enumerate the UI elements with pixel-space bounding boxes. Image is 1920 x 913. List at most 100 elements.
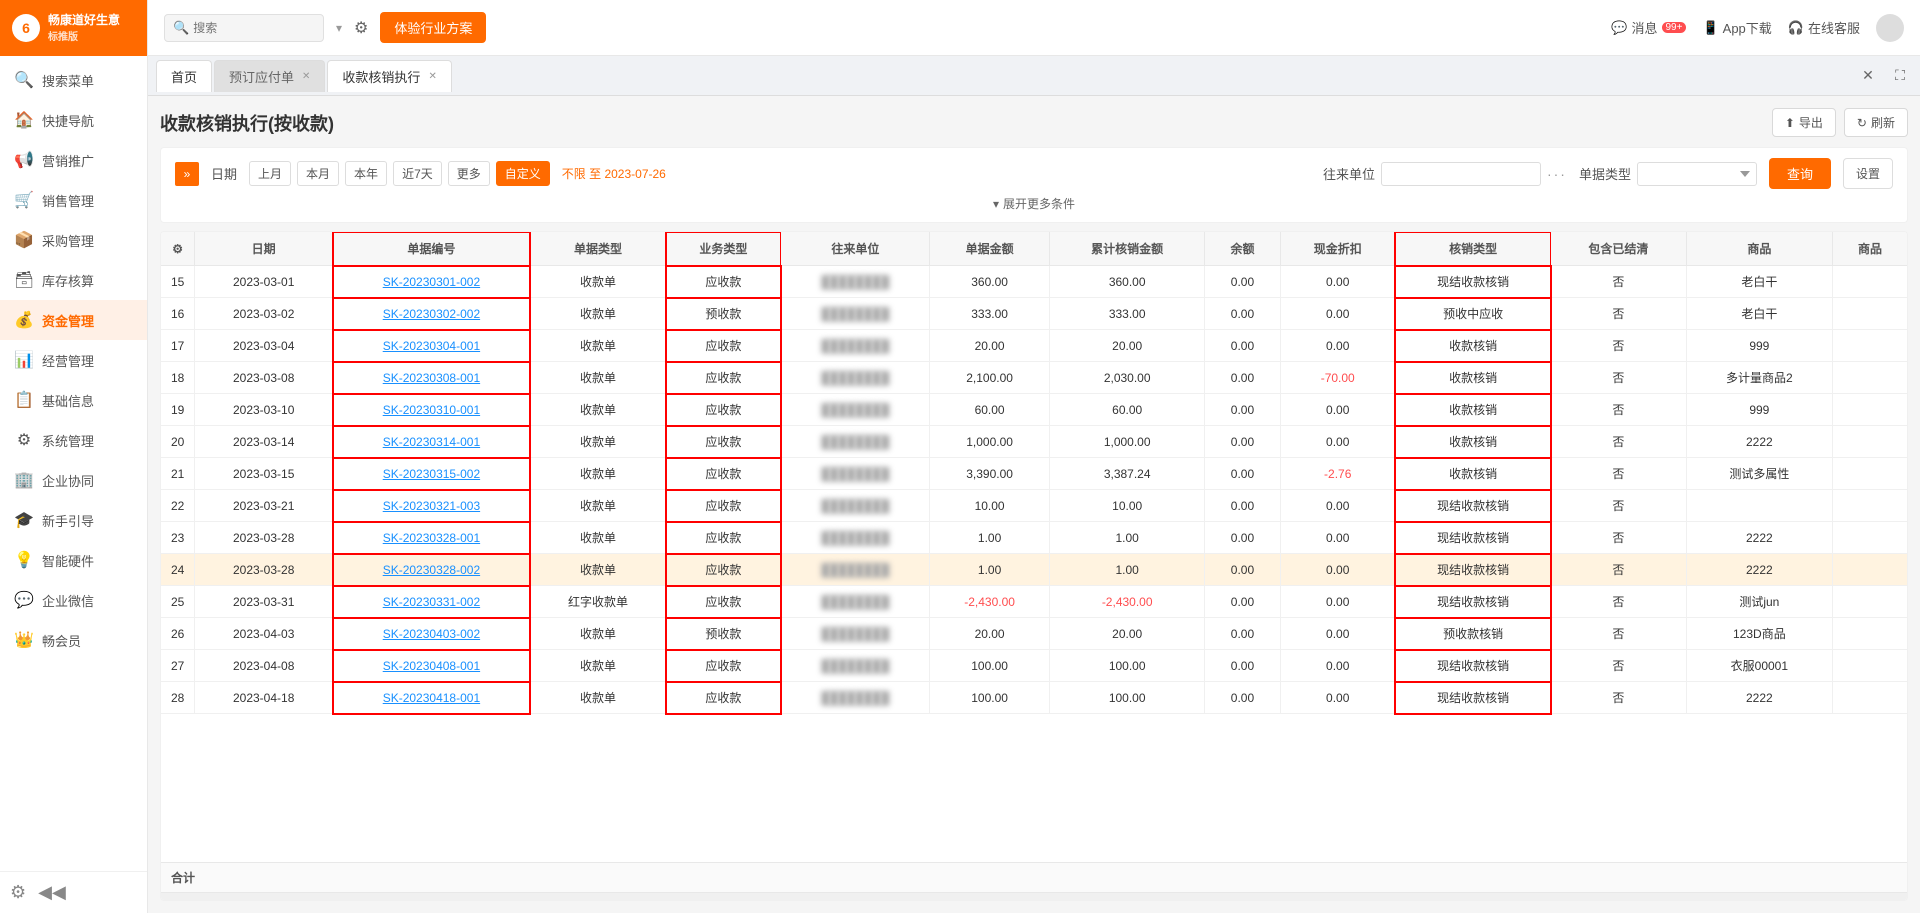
order-no-link[interactable]: SK-20230308-001 bbox=[333, 362, 531, 394]
order-no-link[interactable]: SK-20230315-002 bbox=[333, 458, 531, 490]
sidebar-item-system[interactable]: ⚙系统管理 bbox=[0, 420, 147, 460]
horizontal-scrollbar[interactable] bbox=[161, 892, 1907, 900]
sidebar-icon-sales: 🛒 bbox=[14, 190, 34, 210]
date-label: 日期 bbox=[211, 164, 237, 183]
app-download-button[interactable]: 📱 App下载 bbox=[1702, 18, 1771, 37]
order-no-link[interactable]: SK-20230418-001 bbox=[333, 682, 531, 714]
th-goods2: 商品 bbox=[1833, 232, 1907, 266]
tab-receipt[interactable]: 收款核销执行 ✕ bbox=[327, 60, 451, 92]
filter-bar: » 日期 上月 本月 本年 近7天 更多 自定义 不限 至 2023-07-26… bbox=[160, 147, 1908, 223]
order-no-link[interactable]: SK-20230310-001 bbox=[333, 394, 531, 426]
query-button[interactable]: 查询 bbox=[1769, 158, 1831, 189]
sidebar-bottom[interactable]: ⚙ ◀◀ bbox=[0, 871, 147, 913]
solution-button[interactable]: 体验行业方案 bbox=[380, 12, 486, 43]
sidebar-item-weixin[interactable]: 💬企业微信 bbox=[0, 580, 147, 620]
partner-dots[interactable]: ··· bbox=[1547, 166, 1567, 182]
gear-icon[interactable]: ⚙ bbox=[354, 18, 368, 38]
collapse-icon[interactable]: ◀◀ bbox=[38, 882, 66, 903]
table-row: 22 2023-03-21 SK-20230321-003 收款单 应收款 ██… bbox=[161, 490, 1907, 522]
table-row: 26 2023-04-03 SK-20230403-002 收款单 预收款 ██… bbox=[161, 618, 1907, 650]
date-this-year[interactable]: 本年 bbox=[345, 161, 387, 186]
chevron-down-icon: ▾ bbox=[993, 197, 999, 211]
data-table-wrapper: ⚙ 日期 单据编号 单据类型 业务类型 往来单位 单据金额 累计核销金额 余额 … bbox=[160, 231, 1908, 901]
sidebar-item-guide[interactable]: 🎓新手引导 bbox=[0, 500, 147, 540]
sidebar-icon-operations: 📊 bbox=[14, 350, 34, 370]
filter-settings-button[interactable]: 设置 bbox=[1843, 158, 1893, 189]
tab-prepay-close[interactable]: ✕ bbox=[302, 71, 310, 82]
table-row: 15 2023-03-01 SK-20230301-002 收款单 应收款 ██… bbox=[161, 266, 1907, 298]
sidebar-item-corp[interactable]: 🏢企业协同 bbox=[0, 460, 147, 500]
tab-close-all-button[interactable]: ✕ bbox=[1856, 64, 1880, 88]
tabs-controls: ✕ ⛶ bbox=[1856, 64, 1912, 88]
sidebar-item-inventory[interactable]: 🗃库存核算 bbox=[0, 260, 147, 300]
sidebar-item-member[interactable]: 👑畅会员 bbox=[0, 620, 147, 660]
user-avatar[interactable] bbox=[1876, 14, 1904, 42]
partner-filter: 往来单位 ··· bbox=[1323, 162, 1567, 186]
refresh-icon: ↻ bbox=[1857, 116, 1867, 130]
partner-label: 往来单位 bbox=[1323, 164, 1375, 183]
settings-icon[interactable]: ⚙ bbox=[10, 882, 26, 903]
order-no-link[interactable]: SK-20230403-002 bbox=[333, 618, 531, 650]
app-sub: 标推版 bbox=[48, 28, 120, 43]
th-partner: 往来单位 bbox=[781, 232, 930, 266]
sidebar-icon-purchase: 📦 bbox=[14, 230, 34, 250]
sidebar-item-shortcut[interactable]: 🏠快捷导航 bbox=[0, 100, 147, 140]
order-no-link[interactable]: SK-20230301-002 bbox=[333, 266, 531, 298]
search-input[interactable] bbox=[193, 21, 315, 35]
expand-more-button[interactable]: ▾ 展开更多条件 bbox=[175, 195, 1893, 212]
online-service-button[interactable]: 🎧 在线客服 bbox=[1788, 18, 1860, 37]
sidebar-item-marketing[interactable]: 📢营销推广 bbox=[0, 140, 147, 180]
order-no-link[interactable]: SK-20230314-001 bbox=[333, 426, 531, 458]
tab-home[interactable]: 首页 bbox=[156, 60, 212, 92]
order-no-link[interactable]: SK-20230302-002 bbox=[333, 298, 531, 330]
sidebar-item-operations[interactable]: 📊经营管理 bbox=[0, 340, 147, 380]
tab-expand-button[interactable]: ⛶ bbox=[1888, 64, 1912, 88]
order-no-link[interactable]: SK-20230304-001 bbox=[333, 330, 531, 362]
filter-expand-button[interactable]: » bbox=[175, 162, 199, 186]
th-date: 日期 bbox=[195, 232, 333, 266]
sidebar-item-finance[interactable]: 💰资金管理 bbox=[0, 300, 147, 340]
order-no-link[interactable]: SK-20230328-002 bbox=[333, 554, 531, 586]
tabs-bar: 首页 预订应付单 ✕ 收款核销执行 ✕ ✕ ⛶ bbox=[148, 56, 1920, 96]
order-no-link[interactable]: SK-20230331-002 bbox=[333, 586, 531, 618]
sidebar-item-base[interactable]: 📋基础信息 bbox=[0, 380, 147, 420]
table-row: 28 2023-04-18 SK-20230418-001 收款单 应收款 ██… bbox=[161, 682, 1907, 714]
date-custom[interactable]: 自定义 bbox=[496, 161, 550, 186]
order-no-link[interactable]: SK-20230321-003 bbox=[333, 490, 531, 522]
sidebar-icon-base: 📋 bbox=[14, 390, 34, 410]
sidebar-item-search[interactable]: 🔍搜索菜单 bbox=[0, 60, 147, 100]
sidebar-item-hardware[interactable]: 💡智能硬件 bbox=[0, 540, 147, 580]
type-filter: 单据类型 bbox=[1579, 162, 1757, 186]
sidebar-item-purchase[interactable]: 📦采购管理 bbox=[0, 220, 147, 260]
th-settings[interactable]: ⚙ bbox=[161, 232, 195, 266]
table-row: 18 2023-03-08 SK-20230308-001 收款单 应收款 ██… bbox=[161, 362, 1907, 394]
date-7days[interactable]: 近7天 bbox=[393, 161, 442, 186]
th-verified: 累计核销金额 bbox=[1049, 232, 1204, 266]
search-icon: 🔍 bbox=[173, 20, 189, 36]
message-button[interactable]: 💬 消息 99+ bbox=[1611, 18, 1686, 37]
date-this-month[interactable]: 本月 bbox=[297, 161, 339, 186]
type-select[interactable] bbox=[1637, 162, 1757, 186]
table-row: 23 2023-03-28 SK-20230328-001 收款单 应收款 ██… bbox=[161, 522, 1907, 554]
dropdown-chevron-icon[interactable]: ▾ bbox=[336, 21, 342, 35]
tab-receipt-close[interactable]: ✕ bbox=[428, 71, 436, 82]
topbar-search-box[interactable]: 🔍 bbox=[164, 14, 324, 42]
partner-input[interactable] bbox=[1381, 162, 1541, 186]
date-more[interactable]: 更多 bbox=[448, 161, 490, 186]
table-row: 24 2023-03-28 SK-20230328-002 收款单 应收款 ██… bbox=[161, 554, 1907, 586]
sidebar-icon-guide: 🎓 bbox=[14, 510, 34, 530]
export-button[interactable]: ⬆ 导出 bbox=[1772, 108, 1836, 137]
sidebar-icon-hardware: 💡 bbox=[14, 550, 34, 570]
order-no-link[interactable]: SK-20230328-001 bbox=[333, 522, 531, 554]
date-last-month[interactable]: 上月 bbox=[249, 161, 291, 186]
date-filter-buttons: 上月 本月 本年 近7天 更多 自定义 bbox=[249, 161, 550, 186]
order-no-link[interactable]: SK-20230408-001 bbox=[333, 650, 531, 682]
table-scroll-area[interactable]: ⚙ 日期 单据编号 单据类型 业务类型 往来单位 单据金额 累计核销金额 余额 … bbox=[161, 232, 1907, 862]
tab-prepay[interactable]: 预订应付单 ✕ bbox=[214, 60, 325, 92]
page-actions: ⬆ 导出 ↻ 刷新 bbox=[1772, 108, 1908, 137]
th-included: 包含已结清 bbox=[1551, 232, 1686, 266]
refresh-button[interactable]: ↻ 刷新 bbox=[1844, 108, 1908, 137]
sidebar-item-sales[interactable]: 🛒销售管理 bbox=[0, 180, 147, 220]
table-row: 25 2023-03-31 SK-20230331-002 红字收款单 应收款 … bbox=[161, 586, 1907, 618]
logo-icon: 6 bbox=[12, 14, 40, 42]
